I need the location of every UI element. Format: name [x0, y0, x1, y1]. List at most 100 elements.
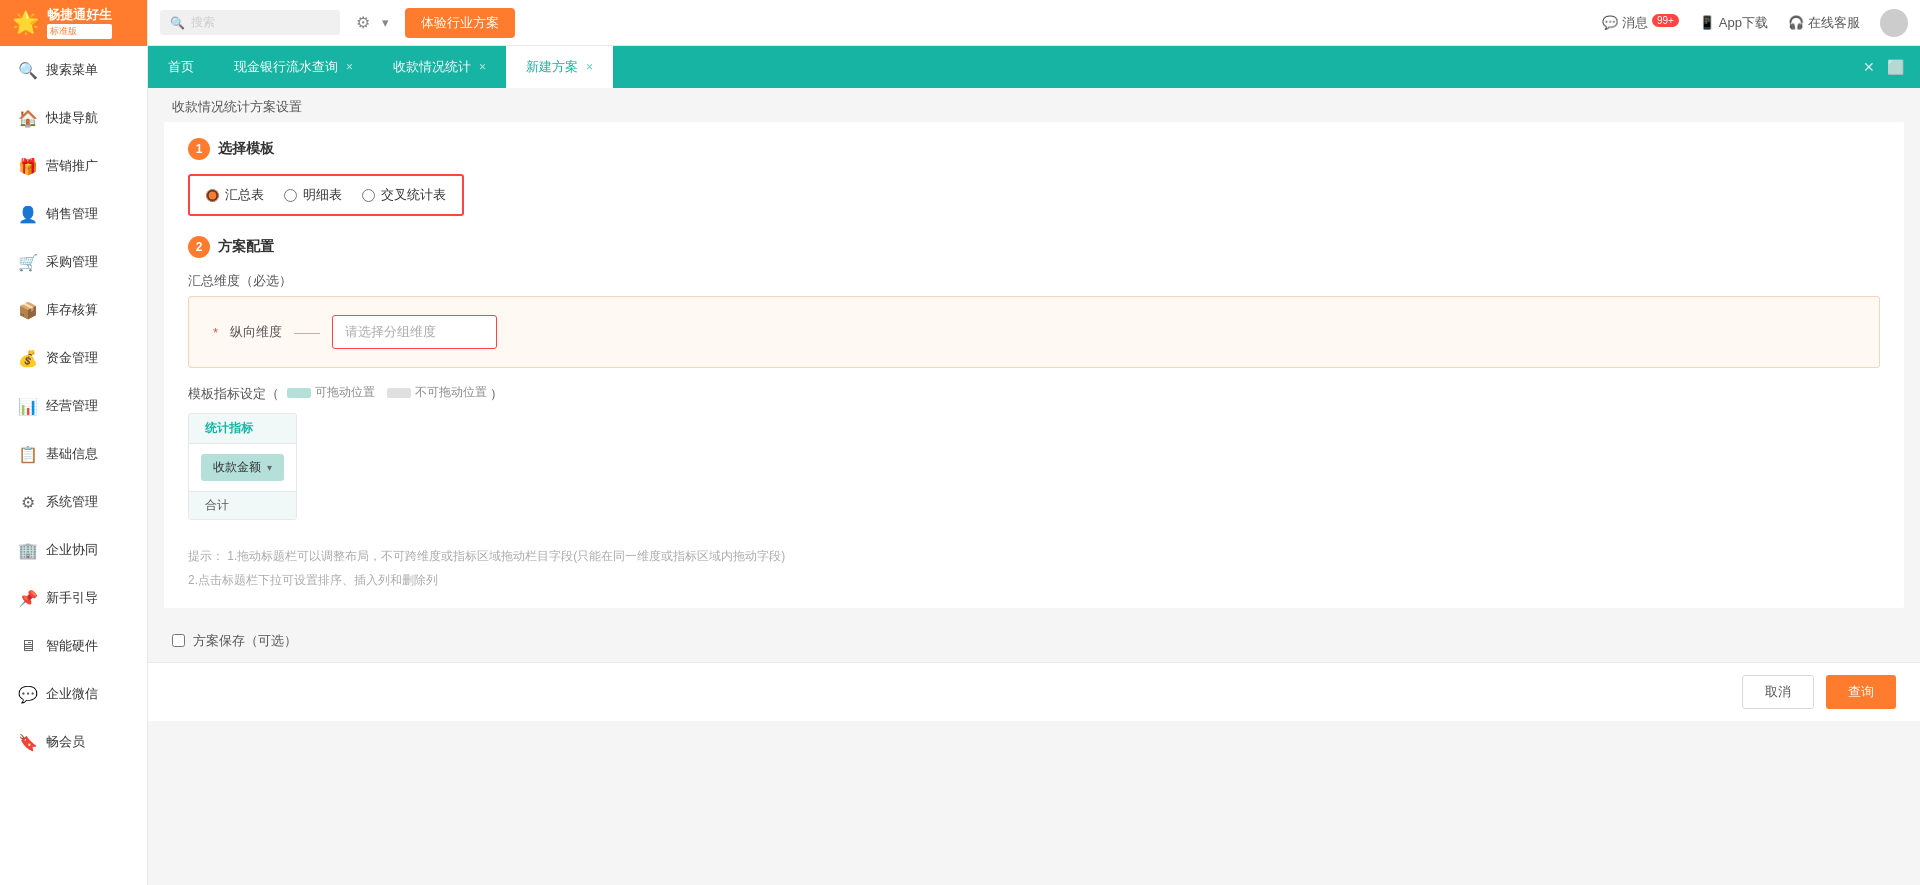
search-icon: 🔍: [18, 61, 38, 80]
config-section: 汇总维度（必选） * 纵向维度 —— 请选择分组维度: [188, 272, 1880, 592]
fixed-legend-item: 不可拖动位置: [387, 384, 487, 401]
topbar: 🔍 搜索 ⚙ ▾ 体验行业方案 💬 消息 99+ 📱 App下载 🎧 在线客服: [148, 0, 1920, 46]
sidebar-item-operations[interactable]: 📊 经营管理: [0, 382, 147, 430]
breadcrumb-text: 收款情况统计方案设置: [172, 99, 302, 114]
sidebar-label-quick-nav: 快捷导航: [46, 109, 98, 127]
dimension-row: * 纵向维度 —— 请选择分组维度: [213, 315, 1855, 349]
tab-bank-flow-close[interactable]: ×: [346, 60, 353, 74]
sidebar-item-wechat[interactable]: 💬 企业微信: [0, 670, 147, 718]
sidebar-item-purchase[interactable]: 🛒 采购管理: [0, 238, 147, 286]
sidebar-item-guide[interactable]: 📌 新手引导: [0, 574, 147, 622]
tab-new-plan-label: 新建方案: [526, 58, 578, 76]
dropdown-arrow-icon[interactable]: ▾: [382, 15, 389, 30]
sidebar-label-search-menu: 搜索菜单: [46, 61, 98, 79]
download-label: App下载: [1719, 14, 1768, 32]
sidebar-item-system[interactable]: ⚙ 系统管理: [0, 478, 147, 526]
tab-new-plan[interactable]: 新建方案 ×: [506, 46, 613, 88]
sidebar-label-sales: 销售管理: [46, 205, 98, 223]
tips-area: 提示： 1.拖动标题栏可以调整布局，不可跨维度或指标区域拖动栏目字段(只能在同一…: [188, 532, 1880, 592]
tab-home[interactable]: 首页: [148, 46, 214, 88]
sidebar-label-wechat: 企业微信: [46, 685, 98, 703]
industry-plan-button[interactable]: 体验行业方案: [405, 8, 515, 38]
radio-cross-label: 交叉统计表: [381, 186, 446, 204]
tab-new-plan-close[interactable]: ×: [586, 60, 593, 74]
radio-detail-input[interactable]: [284, 189, 297, 202]
sidebar-item-finance[interactable]: 💰 资金管理: [0, 334, 147, 382]
sidebar-label-inventory: 库存核算: [46, 301, 98, 319]
search-icon: 🔍: [170, 16, 185, 30]
main-card: 1 选择模板 汇总表 明细表 交叉统计表: [164, 122, 1904, 608]
content-area: 收款情况统计方案设置 1 选择模板 汇总表 明细表: [148, 88, 1920, 885]
sidebar-label-guide: 新手引导: [46, 589, 98, 607]
download-button[interactable]: 📱 App下载: [1699, 14, 1768, 32]
metrics-subtag-total: 合计: [189, 491, 296, 519]
sidebar-item-hardware[interactable]: 🖥 智能硬件: [0, 622, 147, 670]
tab-bank-flow-label: 现金银行流水查询: [234, 58, 338, 76]
sidebar-label-operations: 经营管理: [46, 397, 98, 415]
template-selection: 汇总表 明细表 交叉统计表: [188, 174, 464, 216]
save-checkbox[interactable]: [172, 634, 185, 647]
main-area: 🔍 搜索 ⚙ ▾ 体验行业方案 💬 消息 99+ 📱 App下载 🎧 在线客服: [148, 0, 1920, 885]
query-button[interactable]: 查询: [1826, 675, 1896, 709]
window-maximize-button[interactable]: ⬜: [1887, 59, 1904, 75]
pin-icon: 📌: [18, 589, 38, 608]
radio-detail[interactable]: 明细表: [284, 186, 342, 204]
cancel-button[interactable]: 取消: [1742, 675, 1814, 709]
grouping-dimension-placeholder: 请选择分组维度: [345, 324, 436, 339]
sidebar-item-enterprise[interactable]: 🏢 企业协同: [0, 526, 147, 574]
grouping-dimension-select[interactable]: 请选择分组维度: [332, 315, 497, 349]
radio-summary[interactable]: 汇总表: [206, 186, 264, 204]
radio-summary-input[interactable]: [206, 189, 219, 202]
metrics-tags-area: 收款金额 ▾: [189, 444, 296, 491]
settings-icon[interactable]: ⚙: [356, 13, 370, 32]
search-placeholder-text: 搜索: [191, 14, 215, 31]
sidebar-item-basic-info[interactable]: 📋 基础信息: [0, 430, 147, 478]
metrics-category-label: 统计指标: [189, 414, 296, 444]
metrics-tag-receipt[interactable]: 收款金额 ▾: [201, 454, 284, 481]
topbar-right: 💬 消息 99+ 📱 App下载 🎧 在线客服: [1602, 9, 1908, 37]
window-controls: ✕ ⬜: [1863, 59, 1920, 75]
service-label: 在线客服: [1808, 14, 1860, 32]
subtag-label: 合计: [205, 498, 229, 512]
window-close-button[interactable]: ✕: [1863, 59, 1875, 75]
required-mark: *: [213, 325, 218, 340]
sidebar-item-sales[interactable]: 👤 销售管理: [0, 190, 147, 238]
sidebar-label-basic-info: 基础信息: [46, 445, 98, 463]
sidebar-logo: 🌟 畅捷通好生 标准版: [0, 0, 147, 46]
tab-receipt-stat-close[interactable]: ×: [479, 60, 486, 74]
logo-badge: 标准版: [47, 24, 112, 39]
save-row: 方案保存（可选）: [148, 620, 1920, 662]
dimension-block: * 纵向维度 —— 请选择分组维度: [188, 296, 1880, 368]
tab-bank-flow[interactable]: 现金银行流水查询 ×: [214, 46, 373, 88]
metrics-header: 模板指标设定（ 可拖动位置 不可拖动位置: [188, 384, 1880, 403]
footer-bar: 取消 查询: [148, 662, 1920, 721]
service-icon: 🎧: [1788, 15, 1804, 30]
sidebar-item-inventory[interactable]: 📦 库存核算: [0, 286, 147, 334]
sidebar-item-search-menu[interactable]: 🔍 搜索菜单: [0, 46, 147, 94]
tab-receipt-stat[interactable]: 收款情况统计 ×: [373, 46, 506, 88]
doc-icon: 📋: [18, 445, 38, 464]
arrow-icon: ——: [294, 325, 320, 340]
vertical-field-label: 纵向维度: [230, 323, 282, 341]
home-icon: 🏠: [18, 109, 38, 128]
radio-cross-input[interactable]: [362, 189, 375, 202]
dimension-label-text: 汇总维度（必选）: [188, 273, 292, 288]
message-button[interactable]: 💬 消息 99+: [1602, 14, 1679, 32]
chat-icon: 💬: [18, 685, 38, 704]
tip-line1: 提示： 1.拖动标题栏可以调整布局，不可跨维度或指标区域拖动栏目字段(只能在同一…: [188, 544, 1880, 568]
money-icon: 💰: [18, 349, 38, 368]
topbar-search[interactable]: 🔍 搜索: [160, 10, 340, 35]
service-button[interactable]: 🎧 在线客服: [1788, 14, 1860, 32]
avatar[interactable]: [1880, 9, 1908, 37]
radio-summary-label: 汇总表: [225, 186, 264, 204]
sidebar-item-marketing[interactable]: 🎁 营销推广: [0, 142, 147, 190]
download-icon: 📱: [1699, 15, 1715, 30]
radio-cross[interactable]: 交叉统计表: [362, 186, 446, 204]
sidebar-item-quick-nav[interactable]: 🏠 快捷导航: [0, 94, 147, 142]
cart-icon: 🛒: [18, 253, 38, 272]
sidebar-item-member[interactable]: 🔖 畅会员: [0, 718, 147, 766]
metrics-block: 模板指标设定（ 可拖动位置 不可拖动位置: [188, 384, 1880, 524]
message-badge: 99+: [1652, 14, 1679, 27]
chart-icon: 📊: [18, 397, 38, 416]
step2-title: 方案配置: [218, 238, 274, 256]
